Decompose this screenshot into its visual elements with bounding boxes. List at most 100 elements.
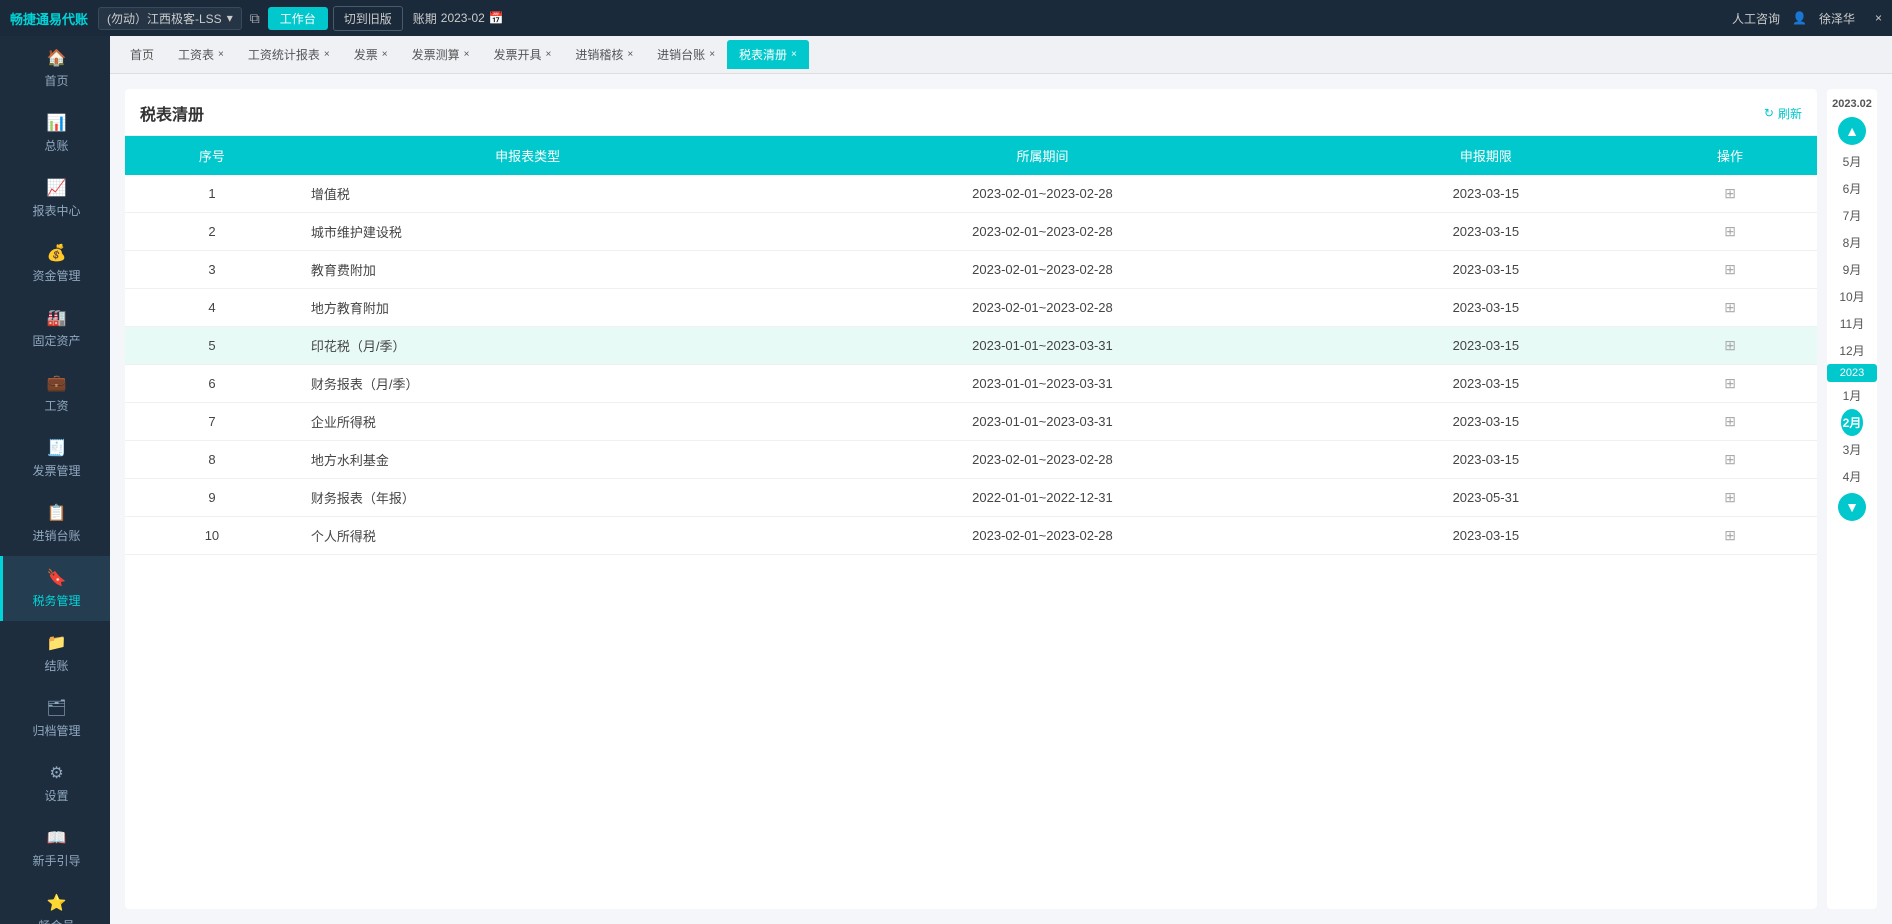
action-icon-4[interactable]: ⊞: [1724, 337, 1736, 353]
sidebar-item-2[interactable]: 📈报表中心: [0, 166, 110, 231]
cell-type-3: 地方教育附加: [299, 289, 757, 327]
tab-5[interactable]: 发票开具 ×: [481, 40, 563, 69]
sidebar-item-4[interactable]: 🏭固定资产: [0, 296, 110, 361]
panel-down-button[interactable]: ▼: [1838, 493, 1866, 521]
refresh-label: 刷新: [1778, 105, 1802, 122]
tab-close-1[interactable]: ×: [218, 49, 224, 60]
cell-period-4: 2023-01-01~2023-03-31: [756, 327, 1328, 365]
panel-month[interactable]: 7月: [1837, 202, 1866, 229]
tab-close-4[interactable]: ×: [464, 49, 470, 60]
sidebar-item-7[interactable]: 📋进销台账: [0, 491, 110, 556]
sidebar-item-5[interactable]: 💼 工资: [0, 361, 110, 426]
action-icon-5[interactable]: ⊞: [1724, 375, 1736, 391]
tab-3[interactable]: 发票 ×: [342, 40, 400, 69]
tab-close-8[interactable]: ×: [791, 49, 797, 60]
close-button[interactable]: ×: [1875, 11, 1882, 25]
panel-month[interactable]: 3月: [1841, 436, 1864, 463]
cell-no-0: 1: [125, 175, 299, 213]
cell-action-7[interactable]: ⊞: [1643, 441, 1817, 479]
tab-close-6[interactable]: ×: [627, 49, 633, 60]
panel-month[interactable]: 4月: [1841, 463, 1864, 490]
panel-month[interactable]: 6月: [1837, 175, 1866, 202]
page-header: 税表清册 ↻ 刷新: [125, 89, 1817, 136]
table-row: 10 个人所得税 2023-02-01~2023-02-28 2023-03-1…: [125, 517, 1817, 555]
action-icon-8[interactable]: ⊞: [1724, 489, 1736, 505]
cell-deadline-4: 2023-03-15: [1329, 327, 1644, 365]
cell-deadline-2: 2023-03-15: [1329, 251, 1644, 289]
panel-month[interactable]: 8月: [1837, 229, 1866, 256]
workbench-button[interactable]: 工作台: [268, 7, 328, 30]
panel-month[interactable]: 5月: [1837, 148, 1866, 175]
sidebar-item-10[interactable]: 🗂归档管理: [0, 686, 110, 751]
sidebar-item-0[interactable]: 🏠首页: [0, 36, 110, 101]
tab-1[interactable]: 工资表×: [166, 40, 236, 69]
sidebar-label-5: 工资: [44, 397, 68, 414]
cell-deadline-0: 2023-03-15: [1329, 175, 1644, 213]
sidebar-item-8[interactable]: 🔖税务管理: [0, 556, 110, 621]
tab-7[interactable]: 进销台账×: [645, 40, 727, 69]
tab-2[interactable]: 工资统计报表×: [236, 40, 342, 69]
panel-month[interactable]: 11月: [1837, 310, 1866, 337]
cell-no-6: 7: [125, 403, 299, 441]
tab-label-3: 发票: [354, 46, 378, 63]
tab-8[interactable]: 税表清册×: [727, 40, 809, 69]
calendar-icon[interactable]: 📅: [489, 11, 504, 25]
sidebar-item-12[interactable]: 📖新手引导: [0, 816, 110, 881]
cell-action-1[interactable]: ⊞: [1643, 213, 1817, 251]
cell-action-2[interactable]: ⊞: [1643, 251, 1817, 289]
cell-action-9[interactable]: ⊞: [1643, 517, 1817, 555]
panel-month[interactable]: 9月: [1837, 256, 1866, 283]
sidebar: 🏠首页📊总账📈报表中心💰资金管理🏭固定资产 💼 工资 🧾 发票管理 📋进销台账🔖税务管理📁…: [0, 36, 110, 924]
table-area: 税表清册 ↻ 刷新 序号 申报表类型 所属期间 申报期限: [125, 89, 1817, 909]
cell-action-0[interactable]: ⊞: [1643, 175, 1817, 213]
cell-action-5[interactable]: ⊞: [1643, 365, 1817, 403]
sidebar-item-1[interactable]: 📊总账: [0, 101, 110, 166]
human-consult-button[interactable]: 人工咨询: [1732, 10, 1780, 27]
sidebar-icon-6: 🧾: [47, 438, 67, 458]
cell-action-4[interactable]: ⊞: [1643, 327, 1817, 365]
action-icon-2[interactable]: ⊞: [1724, 261, 1736, 277]
panel-current-year: 2023: [1827, 364, 1877, 382]
action-icon-3[interactable]: ⊞: [1724, 299, 1736, 315]
sidebar-label-6: 发票管理: [32, 462, 80, 479]
panel-month[interactable]: 2月: [1841, 409, 1864, 436]
period-display: 账期 2023-02 📅: [413, 10, 504, 27]
sidebar-icon-11: ⚙: [49, 763, 63, 783]
cell-action-8[interactable]: ⊞: [1643, 479, 1817, 517]
cell-action-6[interactable]: ⊞: [1643, 403, 1817, 441]
sidebar-item-6[interactable]: 🧾 发票管理: [0, 426, 110, 491]
refresh-button[interactable]: ↻ 刷新: [1764, 105, 1802, 122]
tab-6[interactable]: 进销稽核×: [563, 40, 645, 69]
tab-close-3[interactable]: ×: [382, 49, 388, 60]
sidebar-icon-5: 💼: [47, 373, 67, 393]
cell-period-7: 2023-02-01~2023-02-28: [756, 441, 1328, 479]
cell-period-6: 2023-01-01~2023-03-31: [756, 403, 1328, 441]
tab-4[interactable]: 发票测算×: [400, 40, 482, 69]
tab-close-7[interactable]: ×: [709, 49, 715, 60]
action-icon-6[interactable]: ⊞: [1724, 413, 1736, 429]
panel-month[interactable]: 10月: [1837, 283, 1866, 310]
panel-month[interactable]: 1月: [1841, 382, 1864, 409]
action-icon-7[interactable]: ⊞: [1724, 451, 1736, 467]
cell-deadline-1: 2023-03-15: [1329, 213, 1644, 251]
sidebar-item-11[interactable]: ⚙设置: [0, 751, 110, 816]
tab-close-2[interactable]: ×: [324, 49, 330, 60]
action-icon-9[interactable]: ⊞: [1724, 527, 1736, 543]
company-selector[interactable]: (勿动）江西极客-LSS ▾: [98, 7, 242, 30]
tab-0[interactable]: 首页: [118, 40, 166, 69]
panel-month[interactable]: 12月: [1837, 337, 1866, 364]
cell-type-4: 印花税（月/季）: [299, 327, 757, 365]
tab-close-5[interactable]: ×: [545, 49, 551, 60]
switch-old-button[interactable]: 切到旧版: [333, 6, 403, 31]
sidebar-item-13[interactable]: ⭐畅会员: [0, 881, 110, 924]
panel-up-button[interactable]: ▲: [1838, 117, 1866, 145]
action-icon-0[interactable]: ⊞: [1724, 185, 1736, 201]
cell-type-6: 企业所得税: [299, 403, 757, 441]
action-icon-1[interactable]: ⊞: [1724, 223, 1736, 239]
tab-label-5: 发票开具: [493, 46, 541, 63]
sidebar-item-3[interactable]: 💰资金管理: [0, 231, 110, 296]
sidebar-item-9[interactable]: 📁结账: [0, 621, 110, 686]
cell-action-3[interactable]: ⊞: [1643, 289, 1817, 327]
cell-type-9: 个人所得税: [299, 517, 757, 555]
cell-deadline-6: 2023-03-15: [1329, 403, 1644, 441]
